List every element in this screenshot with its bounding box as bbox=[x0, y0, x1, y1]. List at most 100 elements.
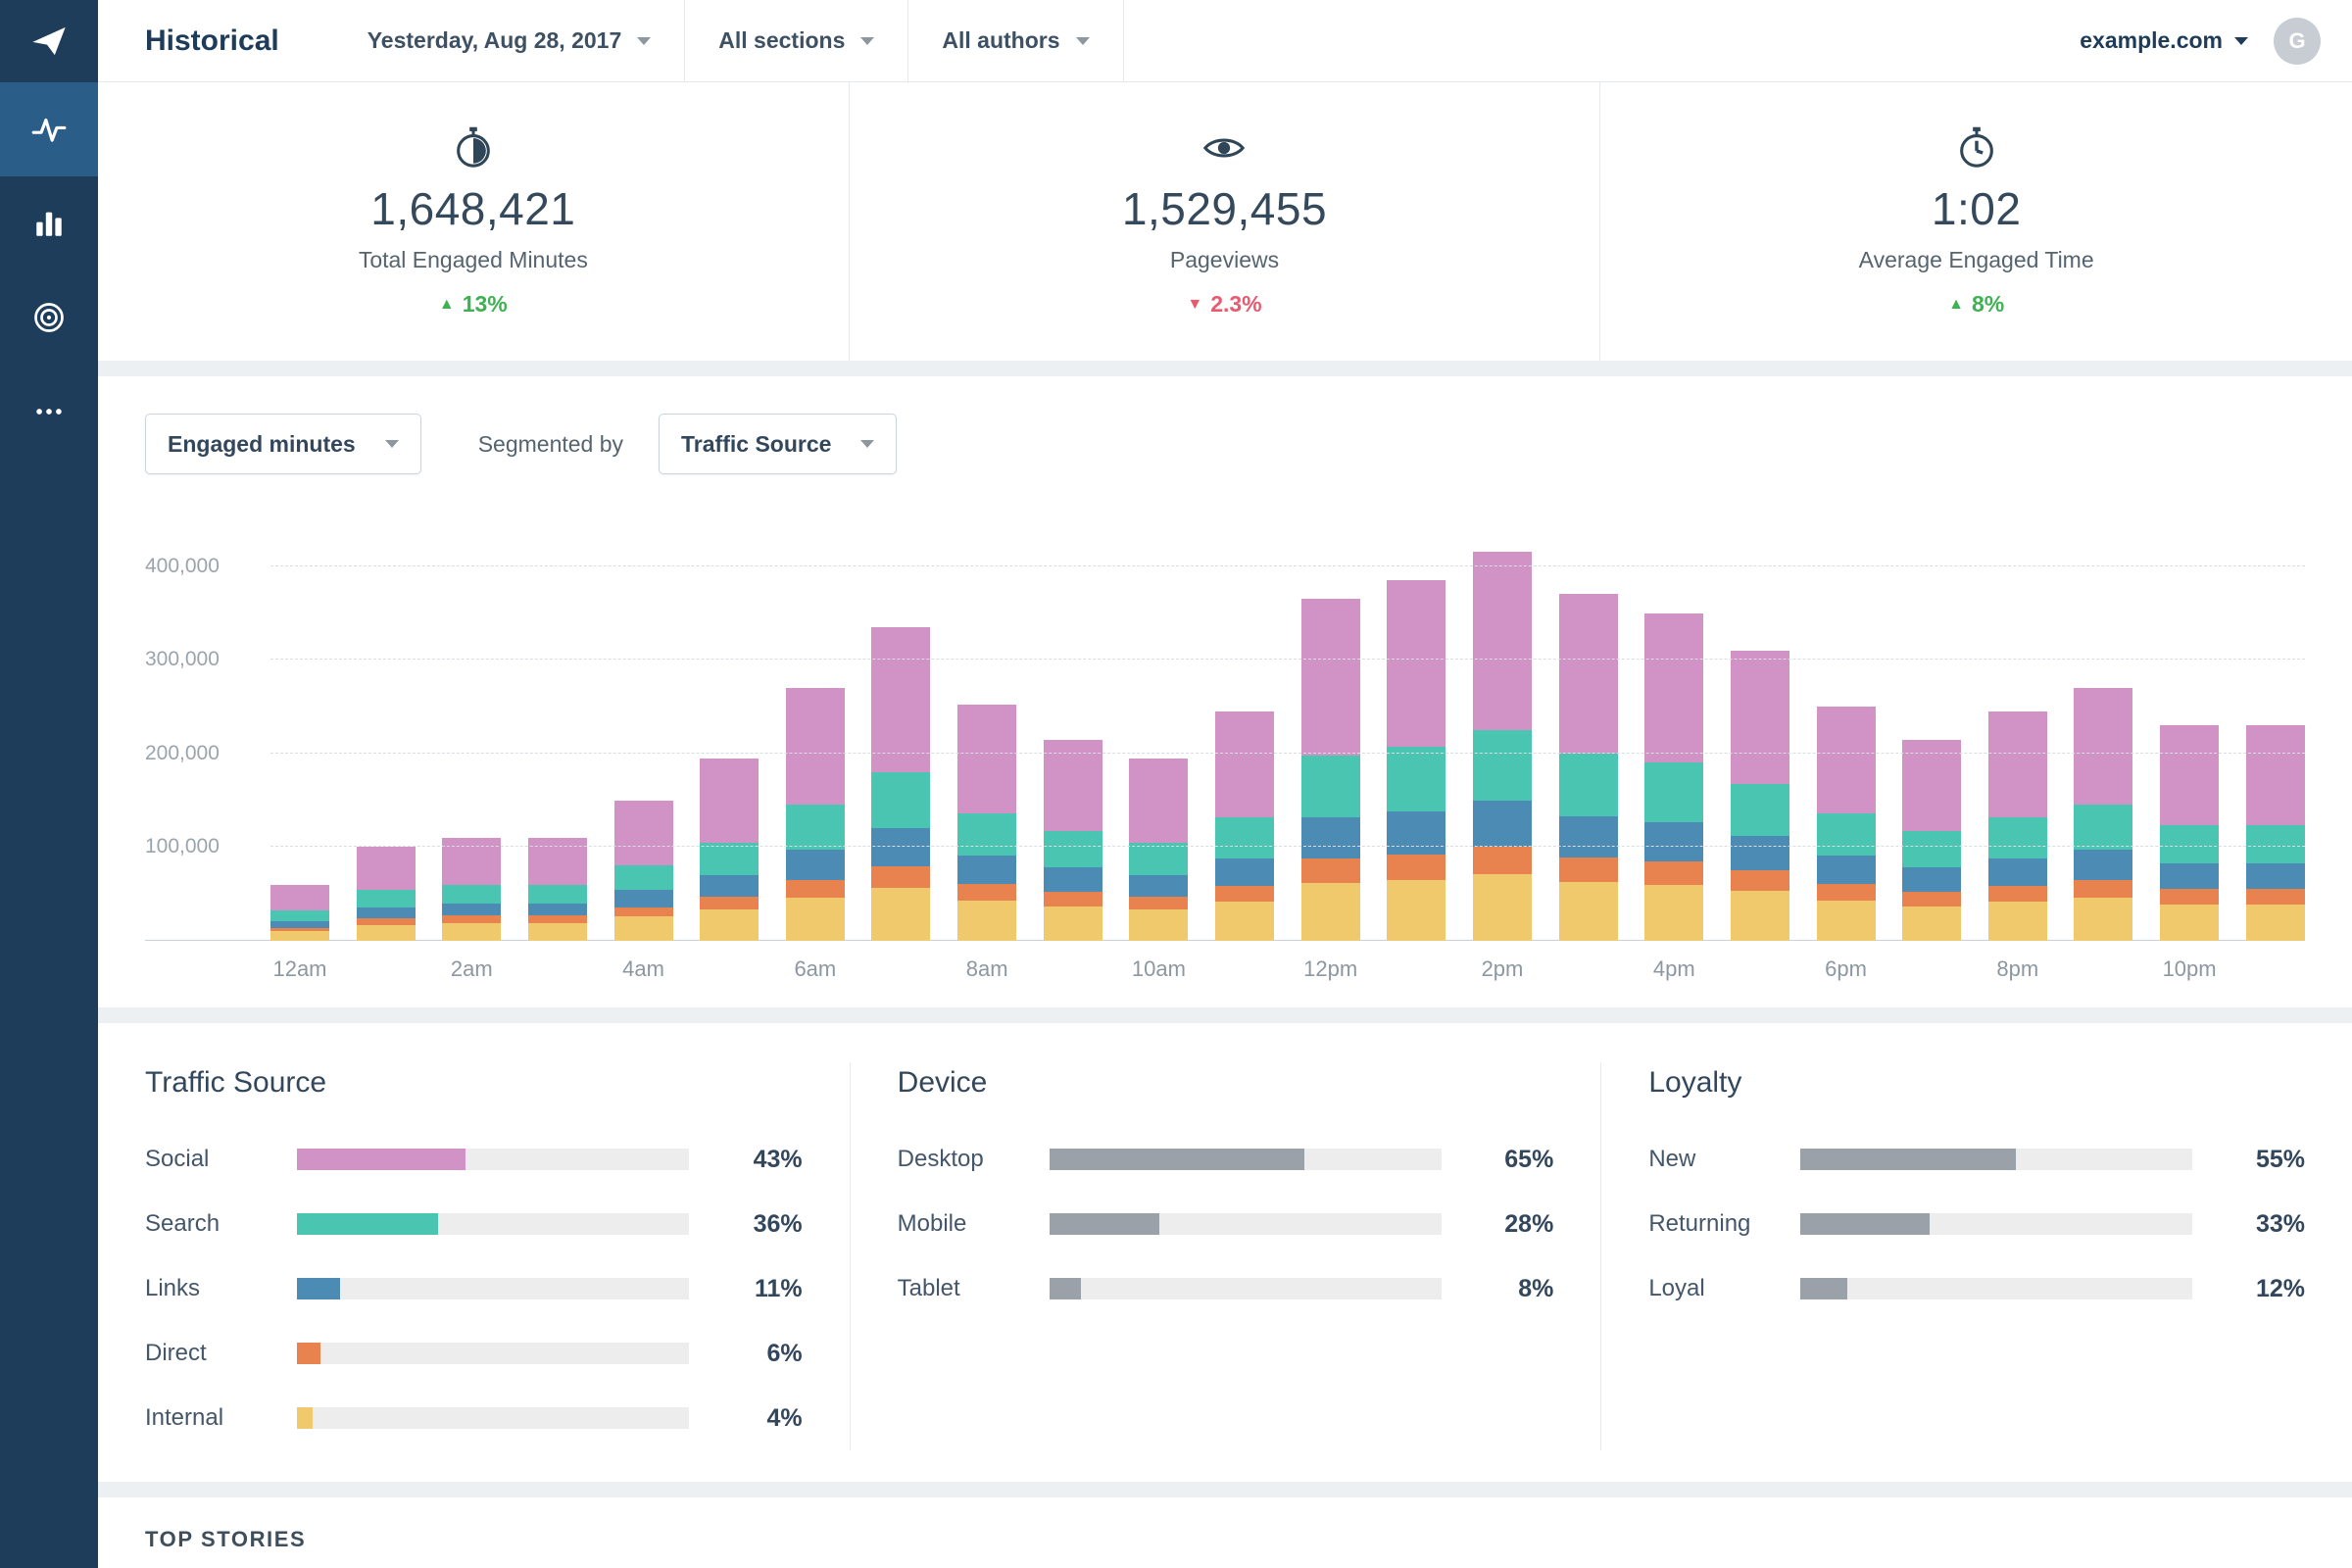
bar-segment-search[interactable] bbox=[613, 864, 673, 891]
bar-segment-links[interactable] bbox=[2245, 862, 2305, 890]
bar-segment-direct[interactable] bbox=[1043, 892, 1102, 906]
bar-segment-direct[interactable] bbox=[700, 897, 760, 910]
bar-segment-direct[interactable] bbox=[1387, 855, 1446, 880]
bar-1pm[interactable] bbox=[1387, 519, 1446, 941]
bar-11pm[interactable] bbox=[2245, 519, 2305, 941]
bar-segment-direct[interactable] bbox=[785, 879, 845, 899]
bar-segment-social[interactable] bbox=[700, 758, 760, 843]
bar-segment-links[interactable] bbox=[2160, 862, 2220, 890]
bar-4am[interactable] bbox=[613, 519, 673, 941]
bar-segment-internal[interactable] bbox=[957, 900, 1017, 941]
bar-segment-internal[interactable] bbox=[1387, 879, 1446, 941]
bar-segment-links[interactable] bbox=[1644, 821, 1704, 861]
bar-segment-social[interactable] bbox=[442, 837, 502, 885]
bar-segment-social[interactable] bbox=[613, 800, 673, 865]
bar-segment-links[interactable] bbox=[1558, 815, 1618, 858]
bar-segment-links[interactable] bbox=[1129, 875, 1189, 898]
bar-3am[interactable] bbox=[527, 519, 587, 941]
bar-segment-social[interactable] bbox=[270, 884, 329, 911]
bar-segment-social[interactable] bbox=[1558, 594, 1618, 754]
bar-9am[interactable] bbox=[1043, 519, 1102, 941]
bar-segment-search[interactable] bbox=[1215, 816, 1275, 858]
bar-segment-search[interactable] bbox=[1730, 783, 1789, 836]
bar-segment-internal[interactable] bbox=[2074, 898, 2133, 941]
bar-segment-search[interactable] bbox=[871, 772, 931, 829]
bar-segment-social[interactable] bbox=[1730, 650, 1789, 784]
bar-segment-links[interactable] bbox=[356, 906, 416, 919]
bar-segment-direct[interactable] bbox=[1987, 885, 2047, 902]
bar-segment-social[interactable] bbox=[785, 688, 845, 805]
sidebar-item-more[interactable] bbox=[0, 365, 98, 459]
bar-segment-direct[interactable] bbox=[1730, 870, 1789, 892]
segment-dropdown[interactable]: Traffic Source bbox=[659, 414, 898, 474]
bar-segment-social[interactable] bbox=[2160, 725, 2220, 825]
bar-segment-search[interactable] bbox=[1816, 813, 1876, 857]
bar-11am[interactable] bbox=[1215, 519, 1275, 941]
bar-segment-direct[interactable] bbox=[2074, 879, 2133, 899]
bar-segment-search[interactable] bbox=[1644, 762, 1704, 822]
bar-2am[interactable] bbox=[442, 519, 502, 941]
bar-segment-links[interactable] bbox=[1902, 867, 1962, 893]
bar-segment-direct[interactable] bbox=[871, 865, 931, 888]
bar-segment-links[interactable] bbox=[270, 920, 329, 928]
bar-segment-social[interactable] bbox=[871, 626, 931, 773]
sections-filter-dropdown[interactable]: All sections bbox=[685, 0, 909, 81]
bar-segment-internal[interactable] bbox=[613, 916, 673, 941]
bar-segment-search[interactable] bbox=[1129, 842, 1189, 876]
bar-segment-search[interactable] bbox=[527, 884, 587, 904]
bar-segment-internal[interactable] bbox=[527, 922, 587, 941]
bar-segment-links[interactable] bbox=[613, 890, 673, 907]
bar-segment-search[interactable] bbox=[2160, 824, 2220, 863]
bar-segment-social[interactable] bbox=[527, 837, 587, 885]
bar-segment-search[interactable] bbox=[1043, 831, 1102, 868]
bar-segment-search[interactable] bbox=[1902, 831, 1962, 868]
sidebar-item-heads[interactable] bbox=[0, 270, 98, 365]
bar-segment-internal[interactable] bbox=[270, 931, 329, 941]
bar-7pm[interactable] bbox=[1902, 519, 1962, 941]
bar-segment-links[interactable] bbox=[1300, 816, 1360, 858]
bar-segment-social[interactable] bbox=[356, 847, 416, 891]
bar-segment-social[interactable] bbox=[1387, 580, 1446, 748]
bar-segment-social[interactable] bbox=[2074, 688, 2133, 805]
sidebar-item-realtime[interactable] bbox=[0, 82, 98, 176]
bar-segment-links[interactable] bbox=[1730, 836, 1789, 871]
bar-segment-direct[interactable] bbox=[613, 906, 673, 917]
bar-segment-direct[interactable] bbox=[356, 918, 416, 925]
bar-segment-internal[interactable] bbox=[356, 924, 416, 941]
bar-segment-social[interactable] bbox=[957, 705, 1017, 814]
bar-segment-search[interactable] bbox=[1987, 816, 2047, 858]
bar-7am[interactable] bbox=[871, 519, 931, 941]
bar-segment-social[interactable] bbox=[1987, 710, 2047, 817]
bar-segment-internal[interactable] bbox=[2245, 904, 2305, 941]
bar-segment-direct[interactable] bbox=[1300, 858, 1360, 883]
bar-5am[interactable] bbox=[700, 519, 760, 941]
bar-segment-social[interactable] bbox=[1300, 599, 1360, 756]
bar-segment-internal[interactable] bbox=[442, 922, 502, 941]
sidebar-item-historical[interactable] bbox=[0, 176, 98, 270]
bar-6pm[interactable] bbox=[1816, 519, 1876, 941]
bar-segment-internal[interactable] bbox=[1215, 901, 1275, 941]
bar-segment-direct[interactable] bbox=[1215, 885, 1275, 902]
bar-segment-internal[interactable] bbox=[1730, 891, 1789, 941]
bar-10pm[interactable] bbox=[2160, 519, 2220, 941]
metric-dropdown[interactable]: Engaged minutes bbox=[145, 414, 421, 474]
bar-segment-social[interactable] bbox=[1215, 710, 1275, 817]
bar-segment-social[interactable] bbox=[2245, 725, 2305, 825]
bar-segment-links[interactable] bbox=[442, 903, 502, 916]
bar-segment-internal[interactable] bbox=[1043, 906, 1102, 941]
bar-segment-links[interactable] bbox=[1472, 800, 1532, 848]
bar-segment-direct[interactable] bbox=[1558, 857, 1618, 882]
bar-segment-search[interactable] bbox=[2245, 824, 2305, 863]
bar-segment-social[interactable] bbox=[1129, 758, 1189, 843]
bar-segment-search[interactable] bbox=[442, 884, 502, 904]
bar-6am[interactable] bbox=[785, 519, 845, 941]
bar-segment-search[interactable] bbox=[270, 910, 329, 921]
bar-2pm[interactable] bbox=[1472, 519, 1532, 941]
bar-segment-links[interactable] bbox=[2074, 850, 2133, 880]
domain-selector[interactable]: example.com bbox=[2080, 27, 2248, 54]
bar-segment-direct[interactable] bbox=[1644, 860, 1704, 885]
bar-segment-internal[interactable] bbox=[700, 909, 760, 941]
bar-segment-links[interactable] bbox=[957, 856, 1017, 884]
bar-segment-links[interactable] bbox=[527, 903, 587, 916]
bar-1am[interactable] bbox=[356, 519, 416, 941]
